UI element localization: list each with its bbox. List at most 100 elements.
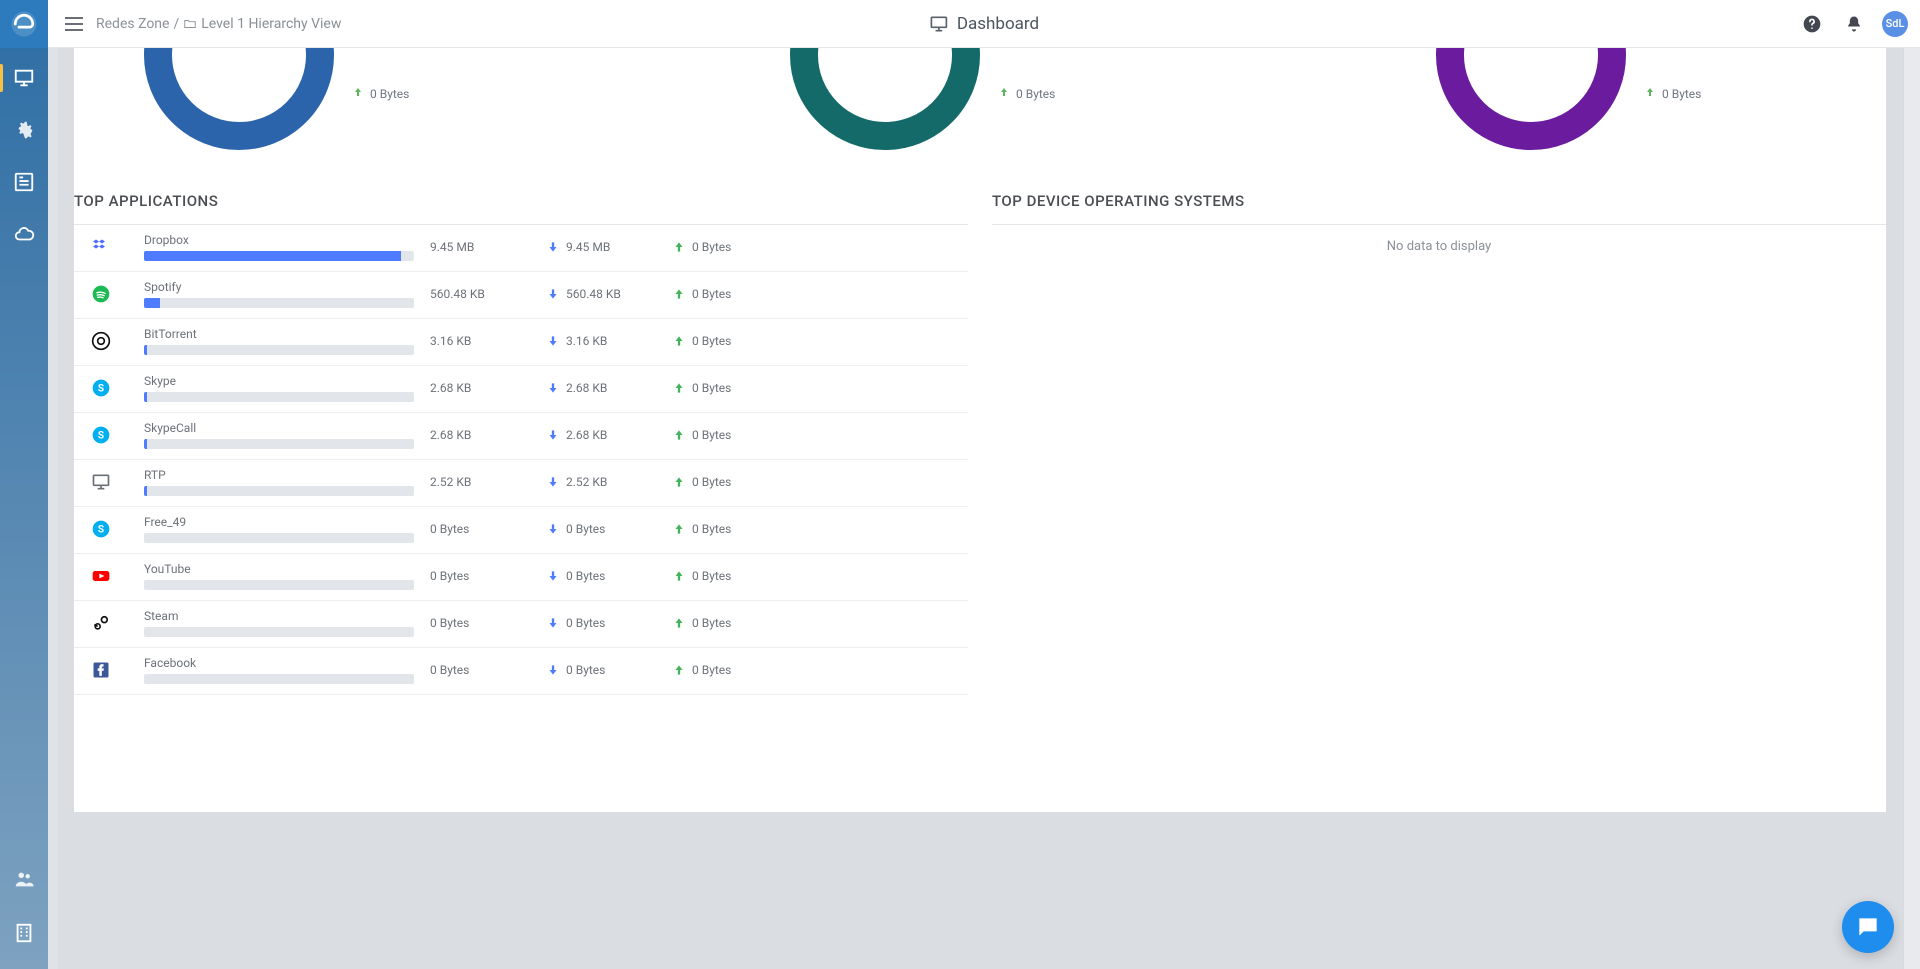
- app-name: Facebook: [144, 656, 414, 670]
- top-os-panel: TOP DEVICE OPERATING SYSTEMS No data to …: [992, 192, 1886, 695]
- notifications-button[interactable]: [1840, 10, 1868, 38]
- app-upload: 0 Bytes: [672, 616, 772, 630]
- nav-dashboard[interactable]: [0, 58, 48, 98]
- app-upload: 0 Bytes: [672, 287, 772, 301]
- app-name: BitTorrent: [144, 327, 414, 341]
- brand-logo[interactable]: [0, 0, 48, 48]
- app-usage-bar: [144, 627, 414, 637]
- app-row[interactable]: SFree_490 Bytes0 Bytes0 Bytes: [74, 507, 968, 554]
- app-usage-bar: [144, 439, 414, 449]
- app-total: 2.52 KB: [430, 475, 530, 489]
- arrow-down-icon: [546, 428, 560, 442]
- chat-icon: [1855, 914, 1881, 940]
- app-row[interactable]: SSkype2.68 KB2.68 KB0 Bytes: [74, 366, 968, 413]
- app-row[interactable]: Steam0 Bytes0 Bytes0 Bytes: [74, 601, 968, 648]
- top-applications-title: TOP APPLICATIONS: [74, 192, 968, 224]
- app-icon: S: [74, 518, 128, 540]
- building-icon: [13, 922, 35, 944]
- app-icon: S: [74, 424, 128, 446]
- arrow-up-icon: [672, 381, 686, 395]
- help-icon: [1802, 14, 1822, 34]
- donut-row: 0 Bytes 0 Bytes 0 Bytes: [74, 48, 1886, 168]
- app-usage-bar: [144, 533, 414, 543]
- app-icon: S: [74, 377, 128, 399]
- app-download: 0 Bytes: [546, 522, 656, 536]
- app-usage-bar: [144, 392, 414, 402]
- app-total: 3.16 KB: [430, 334, 530, 348]
- svg-text:S: S: [98, 430, 104, 441]
- donut-2: 0 Bytes: [790, 48, 1170, 168]
- donut-3-legend: 0 Bytes: [1662, 87, 1701, 101]
- app-usage-bar: [144, 674, 414, 684]
- app-name: Dropbox: [144, 233, 414, 247]
- users-icon: [13, 868, 35, 890]
- donut-1: 0 Bytes: [144, 48, 524, 168]
- app-total: 0 Bytes: [430, 569, 530, 583]
- arrow-down-icon: [546, 569, 560, 583]
- nav-cloud[interactable]: [0, 214, 48, 254]
- breadcrumb-current[interactable]: Level 1 Hierarchy View: [201, 16, 341, 32]
- app-download: 0 Bytes: [546, 616, 656, 630]
- app-download: 9.45 MB: [546, 240, 656, 254]
- app-row[interactable]: S SkypeCall 2.68 KB 2.68 KB 0 Bytes: [74, 413, 968, 460]
- nav-users[interactable]: [0, 859, 48, 899]
- nav-org[interactable]: [0, 913, 48, 953]
- help-button[interactable]: [1798, 10, 1826, 38]
- arrow-down-icon: [546, 663, 560, 677]
- app-row[interactable]: Facebook0 Bytes0 Bytes0 Bytes: [74, 648, 968, 695]
- top-applications-list: Dropbox9.45 MB9.45 MB0 BytesSpotify560.4…: [74, 225, 968, 695]
- app-total: 560.48 KB: [430, 287, 530, 301]
- app-row[interactable]: RTP2.52 KB2.52 KB0 Bytes: [74, 460, 968, 507]
- scrollbar-left[interactable]: [48, 48, 58, 969]
- app-upload: 0 Bytes: [672, 522, 772, 536]
- app-download: 0 Bytes: [546, 569, 656, 583]
- app-name: YouTube: [144, 562, 414, 576]
- app-icon: [74, 236, 128, 258]
- content-scroll: 0 Bytes 0 Bytes 0 Bytes TOP APPLICATIONS…: [48, 48, 1920, 969]
- app-name: Free_49: [144, 515, 414, 529]
- gear-icon: [13, 119, 35, 141]
- report-icon: [13, 171, 35, 193]
- top-applications-panel: TOP APPLICATIONS Dropbox9.45 MB9.45 MB0 …: [74, 192, 968, 695]
- arrow-up-icon: [672, 334, 686, 348]
- breadcrumb-sep: /: [173, 16, 179, 32]
- arrow-down-icon: [546, 616, 560, 630]
- arrow-down-icon: [546, 475, 560, 489]
- arrow-up-icon: [672, 663, 686, 677]
- top-os-title: TOP DEVICE OPERATING SYSTEMS: [992, 192, 1886, 224]
- app-row[interactable]: Spotify560.48 KB560.48 KB0 Bytes: [74, 272, 968, 319]
- app-row[interactable]: Dropbox9.45 MB9.45 MB0 Bytes: [74, 225, 968, 272]
- app-name: Spotify: [144, 280, 414, 294]
- app-upload: 0 Bytes: [672, 428, 772, 442]
- app-total: 2.68 KB: [430, 428, 530, 442]
- arrow-up-icon: [672, 569, 686, 583]
- arrow-up-icon: [672, 428, 686, 442]
- app-usage-bar: [144, 580, 414, 590]
- app-name: Steam: [144, 609, 414, 623]
- app-icon: [74, 283, 128, 305]
- breadcrumb-root[interactable]: Redes Zone: [96, 16, 169, 32]
- svg-text:S: S: [98, 383, 104, 394]
- page-title: Dashboard: [929, 14, 1039, 34]
- arrow-down-icon: [546, 287, 560, 301]
- monitor-icon: [13, 67, 35, 89]
- arrow-down-icon: [546, 381, 560, 395]
- app-upload: 0 Bytes: [672, 663, 772, 677]
- dashboard-card: 0 Bytes 0 Bytes 0 Bytes TOP APPLICATIONS…: [74, 48, 1886, 812]
- app-row[interactable]: BitTorrent3.16 KB3.16 KB0 Bytes: [74, 319, 968, 366]
- nav-settings[interactable]: [0, 110, 48, 150]
- arrow-up-icon: [672, 475, 686, 489]
- nav-reports[interactable]: [0, 162, 48, 202]
- page-title-text: Dashboard: [957, 14, 1039, 34]
- app-row[interactable]: YouTube0 Bytes0 Bytes0 Bytes: [74, 554, 968, 601]
- app-download: 2.68 KB: [546, 381, 656, 395]
- app-upload: 0 Bytes: [672, 381, 772, 395]
- donut-2-legend: 0 Bytes: [1016, 87, 1055, 101]
- avatar[interactable]: SdL: [1882, 11, 1908, 37]
- folder-icon: [183, 17, 197, 31]
- app-download: 2.68 KB: [546, 428, 656, 442]
- app-name: SkypeCall: [144, 421, 414, 435]
- donut-1-legend: 0 Bytes: [370, 87, 409, 101]
- menu-toggle[interactable]: [60, 10, 88, 38]
- chat-fab[interactable]: [1842, 901, 1894, 953]
